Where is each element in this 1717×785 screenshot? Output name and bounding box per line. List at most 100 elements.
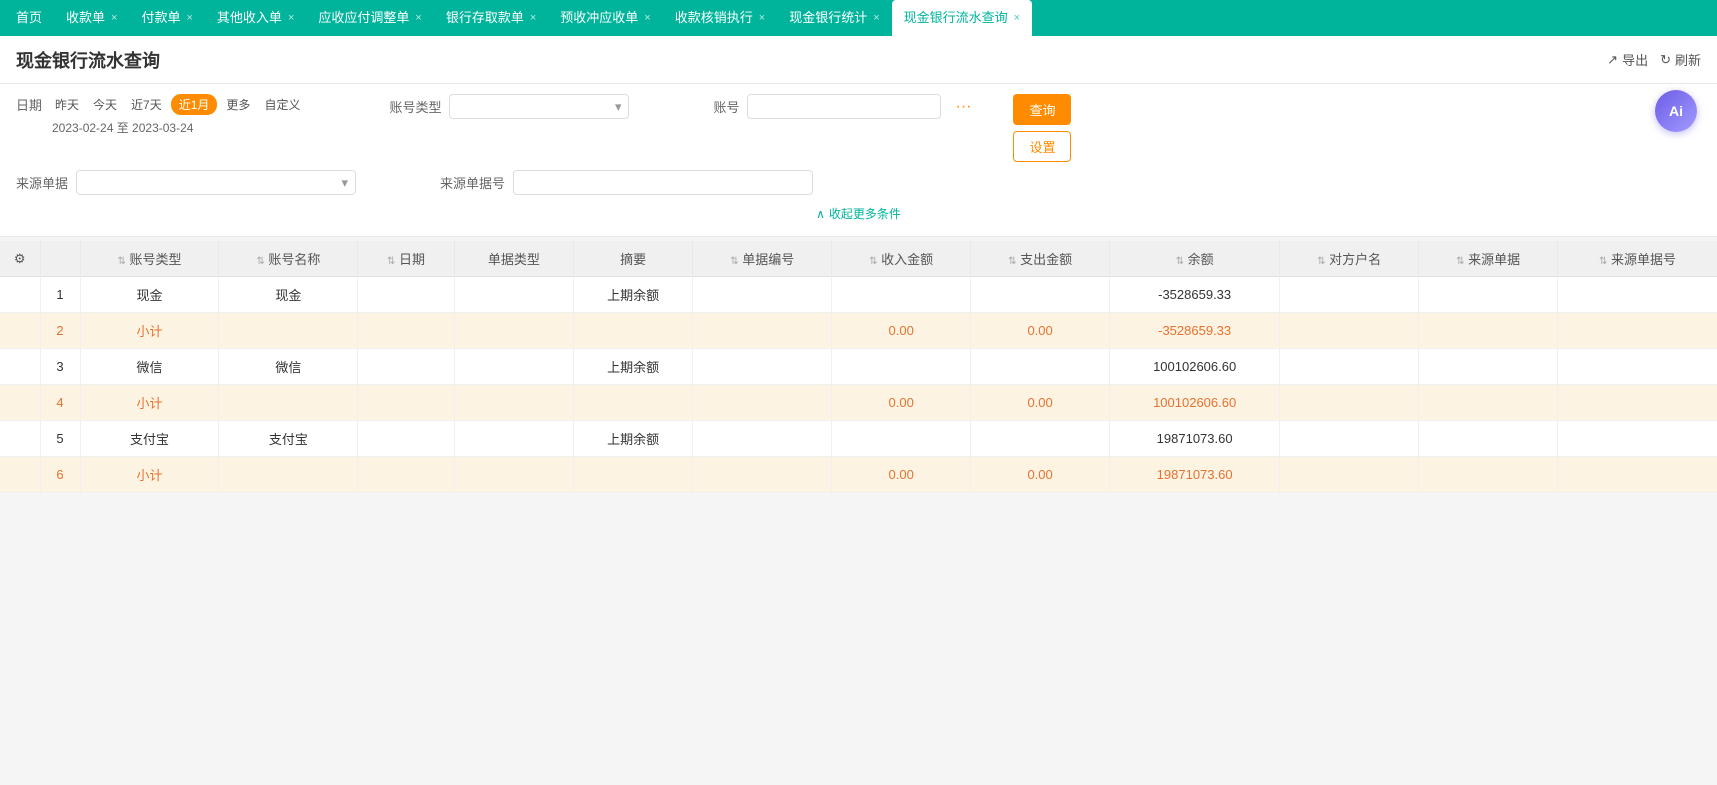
cell-doc-type <box>454 421 573 457</box>
cell-summary: 上期余额 <box>574 421 693 457</box>
settings-button[interactable]: 设置 <box>1013 131 1071 162</box>
cell-summary: 上期余额 <box>574 349 693 385</box>
col-account-name[interactable]: ⇅ 账号名称 <box>219 241 358 277</box>
cell-date <box>358 313 454 349</box>
nav-item-cashflow[interactable]: 现金银行流水查询 × <box>892 0 1032 36</box>
date-btn-more[interactable]: 更多 <box>221 94 255 115</box>
cell-date <box>358 457 454 493</box>
close-icon[interactable]: × <box>111 0 117 36</box>
col-date[interactable]: ⇅ 日期 <box>358 241 454 277</box>
account-type-select[interactable]: 现金 微信 支付宝 <box>449 94 629 119</box>
cell-doc-no <box>693 421 832 457</box>
cell-gear <box>0 385 40 421</box>
close-icon[interactable]: × <box>530 0 536 36</box>
nav-item-writeoff[interactable]: 收款核销执行 × <box>663 0 777 36</box>
table-row[interactable]: 6小计0.000.0019871073.60 <box>0 457 1717 493</box>
close-icon[interactable]: × <box>288 0 294 36</box>
close-icon[interactable]: × <box>644 0 650 36</box>
date-btn-1month[interactable]: 近1月 <box>171 94 218 115</box>
nav-item-payment[interactable]: 付款单 × <box>129 0 204 36</box>
table-row[interactable]: 4小计0.000.00100102606.60 <box>0 385 1717 421</box>
cell-doc-no <box>693 457 832 493</box>
cell-doc-type <box>454 313 573 349</box>
table-row[interactable]: 1现金现金上期余额-3528659.33 <box>0 277 1717 313</box>
cell-summary <box>574 313 693 349</box>
col-income[interactable]: ⇅ 收入金额 <box>832 241 971 277</box>
cell-account-type: 微信 <box>80 349 219 385</box>
col-account-type[interactable]: ⇅ 账号类型 <box>80 241 219 277</box>
cell-source-doc-no <box>1558 313 1717 349</box>
account-type-label: 账号类型 <box>389 97 441 116</box>
table-header-row: ⚙ ⇅ 账号类型 ⇅ 账号名称 ⇅ 日期 单据类型 摘要 ⇅ 单据编号 <box>0 241 1717 277</box>
cell-balance: -3528659.33 <box>1110 277 1280 313</box>
nav-item-advance[interactable]: 预收冲应收单 × <box>548 0 662 36</box>
col-gear[interactable]: ⚙ <box>0 241 40 277</box>
cell-account-type: 小计 <box>80 385 219 421</box>
page-header: 现金银行流水查询 ↗ 导出 ↻ 刷新 <box>0 36 1717 84</box>
close-icon[interactable]: × <box>873 0 879 36</box>
table-row[interactable]: 3微信微信上期余额100102606.60 <box>0 349 1717 385</box>
cell-income: 0.00 <box>832 313 971 349</box>
cell-doc-no <box>693 385 832 421</box>
col-expense[interactable]: ⇅ 支出金额 <box>971 241 1110 277</box>
ai-button[interactable]: Ai <box>1655 90 1697 132</box>
date-btn-today[interactable]: 今天 <box>88 94 122 115</box>
cell-doc-no <box>693 313 832 349</box>
cell-num: 5 <box>40 421 80 457</box>
col-source-doc-no[interactable]: ⇅ 来源单据号 <box>1558 241 1717 277</box>
data-table: ⚙ ⇅ 账号类型 ⇅ 账号名称 ⇅ 日期 单据类型 摘要 ⇅ 单据编号 <box>0 241 1717 493</box>
nav-item-receipt[interactable]: 收款单 × <box>54 0 129 36</box>
col-source-doc[interactable]: ⇅ 来源单据 <box>1419 241 1558 277</box>
account-type-select-wrapper: 现金 微信 支付宝 <box>449 94 629 119</box>
refresh-icon: ↻ <box>1660 52 1671 68</box>
ai-label: Ai <box>1669 103 1683 119</box>
source-doc-select[interactable] <box>76 170 356 195</box>
cell-gear <box>0 349 40 385</box>
close-icon[interactable]: × <box>1014 0 1020 36</box>
header-actions: ↗ 导出 ↻ 刷新 <box>1607 50 1701 69</box>
nav-item-home[interactable]: 首页 <box>4 0 54 36</box>
cell-gear <box>0 277 40 313</box>
cell-income: 0.00 <box>832 457 971 493</box>
cell-doc-no <box>693 349 832 385</box>
nav-item-other-income[interactable]: 其他收入单 × <box>205 0 306 36</box>
table-row[interactable]: 5支付宝支付宝上期余额19871073.60 <box>0 421 1717 457</box>
export-icon: ↗ <box>1607 52 1618 68</box>
close-icon[interactable]: × <box>759 0 765 36</box>
refresh-button[interactable]: ↻ 刷新 <box>1660 50 1701 69</box>
close-icon[interactable]: × <box>186 0 192 36</box>
query-button[interactable]: 查询 <box>1013 94 1071 125</box>
cell-doc-type <box>454 349 573 385</box>
export-button[interactable]: ↗ 导出 <box>1607 50 1648 69</box>
cell-account-name <box>219 457 358 493</box>
cell-account-type: 小计 <box>80 313 219 349</box>
cell-date <box>358 349 454 385</box>
source-doc-select-wrapper <box>76 170 356 195</box>
nav-item-adjustment[interactable]: 应收应付调整单 × <box>306 0 433 36</box>
date-btn-custom[interactable]: 自定义 <box>259 94 305 115</box>
col-counterpart[interactable]: ⇅ 对方户名 <box>1280 241 1419 277</box>
nav-item-statistics[interactable]: 现金银行统计 × <box>777 0 891 36</box>
col-doc-no[interactable]: ⇅ 单据编号 <box>693 241 832 277</box>
col-balance[interactable]: ⇅ 余额 <box>1110 241 1280 277</box>
table-row[interactable]: 2小计0.000.00-3528659.33 <box>0 313 1717 349</box>
nav-item-bank-deposit[interactable]: 银行存取款单 × <box>434 0 548 36</box>
cell-source-doc <box>1419 313 1558 349</box>
cell-account-name <box>219 385 358 421</box>
cell-expense: 0.00 <box>971 457 1110 493</box>
source-doc-no-input[interactable] <box>513 170 813 195</box>
cell-num: 4 <box>40 385 80 421</box>
date-btn-7days[interactable]: 近7天 <box>126 94 167 115</box>
account-input[interactable] <box>747 94 941 119</box>
cell-account-name <box>219 313 358 349</box>
account-dots-button[interactable]: ··· <box>949 96 977 118</box>
cell-counterpart <box>1280 385 1419 421</box>
date-btn-yesterday[interactable]: 昨天 <box>50 94 84 115</box>
cell-balance: 19871073.60 <box>1110 421 1280 457</box>
close-icon[interactable]: × <box>415 0 421 36</box>
cell-counterpart <box>1280 313 1419 349</box>
cell-source-doc <box>1419 421 1558 457</box>
cell-source-doc <box>1419 385 1558 421</box>
collapse-bar[interactable]: ∧ 收起更多条件 <box>16 201 1701 226</box>
cell-source-doc <box>1419 349 1558 385</box>
